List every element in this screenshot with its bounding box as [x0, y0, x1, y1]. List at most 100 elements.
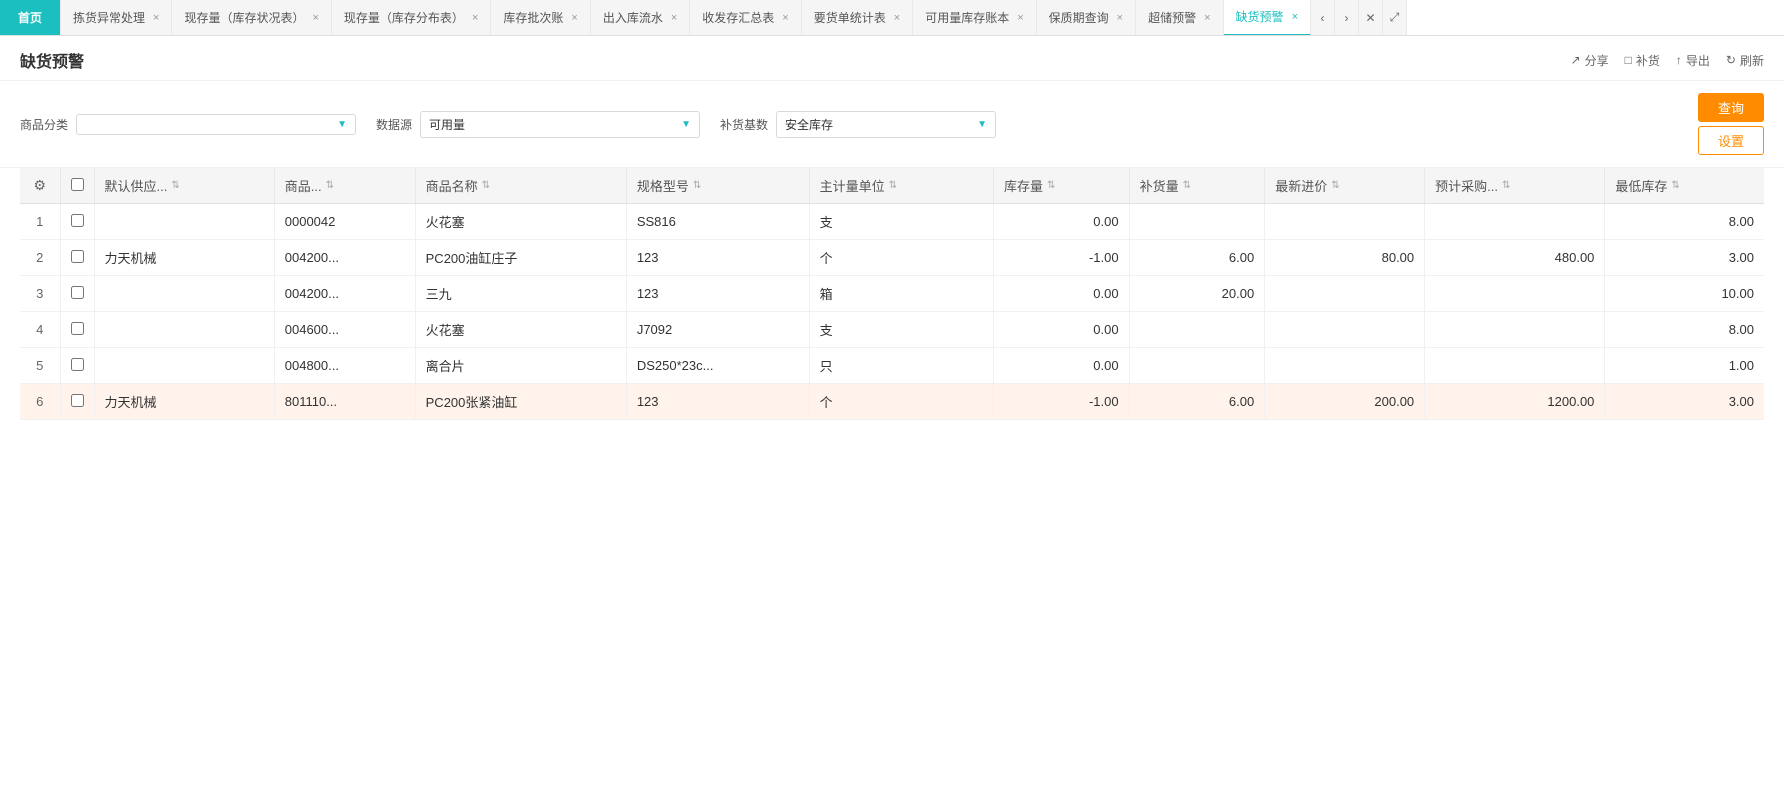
th-goods-name-label: 商品名称	[426, 176, 478, 195]
th-goods-name[interactable]: 商品名称 ⇅	[415, 168, 626, 204]
category-select[interactable]: ▼	[76, 114, 356, 135]
row-replenish-qty	[1129, 204, 1265, 240]
th-goods-code[interactable]: 商品... ⇅	[274, 168, 415, 204]
tab-shortage[interactable]: 缺货预警 ×	[1224, 0, 1311, 36]
settings-icon[interactable]: ⚙	[33, 177, 46, 193]
th-unit[interactable]: 主计量单位 ⇅	[809, 168, 993, 204]
replenish-label: 补货	[1636, 52, 1660, 69]
row-est-purchase	[1425, 276, 1605, 312]
tab-inout-flow[interactable]: 出入库流水 ×	[591, 0, 690, 36]
datasource-filter-group: 数据源 可用量 ▼	[376, 111, 700, 138]
page-title: 缺货预警	[20, 48, 84, 72]
tab-inout-flow-close[interactable]: ×	[671, 12, 677, 24]
row-spec: 123	[626, 240, 809, 276]
th-latest-price[interactable]: 最新进价 ⇅	[1265, 168, 1425, 204]
tab-collect-send-close[interactable]: ×	[782, 12, 788, 24]
row-checkbox[interactable]	[71, 250, 84, 263]
row-replenish-qty	[1129, 312, 1265, 348]
tab-expiry[interactable]: 保质期查询 ×	[1037, 0, 1136, 36]
tab-exception[interactable]: 拣货异常处理 ×	[61, 0, 172, 36]
row-latest-price	[1265, 204, 1425, 240]
tab-shortage-close[interactable]: ×	[1292, 11, 1298, 23]
row-checkbox-cell[interactable]	[60, 240, 94, 276]
tab-inventory-status-label: 现存量（库存状况表）	[184, 9, 304, 26]
tab-avail-ledger-close[interactable]: ×	[1017, 12, 1023, 24]
tab-batch-close[interactable]: ×	[571, 12, 577, 24]
row-est-purchase	[1425, 204, 1605, 240]
export-button[interactable]: ↑ 导出	[1676, 52, 1710, 69]
datasource-select[interactable]: 可用量 ▼	[420, 111, 700, 138]
th-min-stock-label: 最低库存	[1615, 176, 1667, 195]
tab-prev-icon: ‹	[1321, 11, 1325, 25]
tab-exception-close[interactable]: ×	[153, 12, 159, 24]
tab-overstock-close[interactable]: ×	[1204, 12, 1210, 24]
row-stock: -1.00	[993, 240, 1129, 276]
tab-fullscreen-button[interactable]: ⤢	[1383, 0, 1407, 36]
row-checkbox-cell[interactable]	[60, 348, 94, 384]
row-goods-code: 801110...	[274, 384, 415, 420]
tab-overstock[interactable]: 超储预警 ×	[1136, 0, 1223, 36]
spec-sort-icon: ⇅	[693, 180, 701, 191]
th-spec[interactable]: 规格型号 ⇅	[626, 168, 809, 204]
row-number: 1	[20, 204, 60, 240]
tab-close-button[interactable]: ✕	[1359, 0, 1383, 36]
tab-prev-button[interactable]: ‹	[1311, 0, 1335, 36]
tab-home[interactable]: 首页	[0, 0, 61, 36]
row-checkbox-cell[interactable]	[60, 204, 94, 240]
row-checkbox-cell[interactable]	[60, 384, 94, 420]
th-min-stock[interactable]: 最低库存 ⇅	[1605, 168, 1764, 204]
table-row: 5 004800... 离合片 DS250*23c... 只 0.00 1.00	[20, 348, 1764, 384]
est-purchase-sort-icon: ⇅	[1502, 180, 1510, 191]
tab-avail-ledger[interactable]: 可用量库存账本 ×	[913, 0, 1036, 36]
stock-sort-icon: ⇅	[1047, 180, 1055, 191]
tab-collect-send[interactable]: 收发存汇总表 ×	[690, 0, 801, 36]
select-all-checkbox[interactable]	[71, 178, 84, 191]
row-number: 4	[20, 312, 60, 348]
refresh-button[interactable]: ↻ 刷新	[1726, 52, 1764, 69]
row-checkbox-cell[interactable]	[60, 312, 94, 348]
tab-inventory-dist[interactable]: 现存量（库存分布表） ×	[332, 0, 491, 36]
tab-inventory-status[interactable]: 现存量（库存状况表） ×	[172, 0, 331, 36]
th-replenish-qty-label: 补货量	[1140, 176, 1179, 195]
row-spec: 123	[626, 384, 809, 420]
row-replenish-qty: 6.00	[1129, 240, 1265, 276]
tab-order-stat-close[interactable]: ×	[894, 12, 900, 24]
row-checkbox[interactable]	[71, 358, 84, 371]
tab-inventory-status-close[interactable]: ×	[312, 12, 318, 24]
row-supplier: 力天机械	[94, 384, 274, 420]
th-checkbox[interactable]	[60, 168, 94, 204]
replenish-button[interactable]: □ 补货	[1625, 52, 1660, 69]
th-supplier[interactable]: 默认供应... ⇅	[94, 168, 274, 204]
query-button[interactable]: 查询	[1698, 93, 1764, 122]
th-gear[interactable]: ⚙	[20, 168, 60, 204]
share-button[interactable]: ↗ 分享	[1571, 52, 1609, 69]
th-stock[interactable]: 库存量 ⇅	[993, 168, 1129, 204]
replenish-icon: □	[1625, 53, 1632, 67]
tab-inventory-dist-close[interactable]: ×	[472, 12, 478, 24]
row-latest-price: 80.00	[1265, 240, 1425, 276]
tab-batch[interactable]: 库存批次账 ×	[491, 0, 590, 36]
th-supplier-label: 默认供应...	[105, 176, 168, 195]
tab-next-button[interactable]: ›	[1335, 0, 1359, 36]
tab-inventory-dist-label: 现存量（库存分布表）	[344, 9, 464, 26]
filter-bar: 商品分类 ▼ 数据源 可用量 ▼ 补货基数 安全库存 ▼ 查询 设置	[0, 81, 1784, 168]
row-checkbox[interactable]	[71, 286, 84, 299]
th-est-purchase[interactable]: 预计采购... ⇅	[1425, 168, 1605, 204]
tab-expiry-close[interactable]: ×	[1117, 12, 1123, 24]
row-goods-name: PC200油缸庄子	[415, 240, 626, 276]
row-checkbox[interactable]	[71, 322, 84, 335]
settings-button[interactable]: 设置	[1698, 126, 1764, 155]
filter-actions: 查询 设置	[1698, 93, 1764, 155]
row-checkbox[interactable]	[71, 214, 84, 227]
min-stock-sort-icon: ⇅	[1671, 180, 1679, 191]
tab-order-stat[interactable]: 要货单统计表 ×	[802, 0, 913, 36]
row-checkbox-cell[interactable]	[60, 276, 94, 312]
replenish-base-select[interactable]: 安全库存 ▼	[776, 111, 996, 138]
th-replenish-qty[interactable]: 补货量 ⇅	[1129, 168, 1265, 204]
row-stock: 0.00	[993, 276, 1129, 312]
row-number: 2	[20, 240, 60, 276]
row-checkbox[interactable]	[71, 394, 84, 407]
row-min-stock: 10.00	[1605, 276, 1764, 312]
row-unit: 支	[809, 312, 993, 348]
row-latest-price	[1265, 312, 1425, 348]
